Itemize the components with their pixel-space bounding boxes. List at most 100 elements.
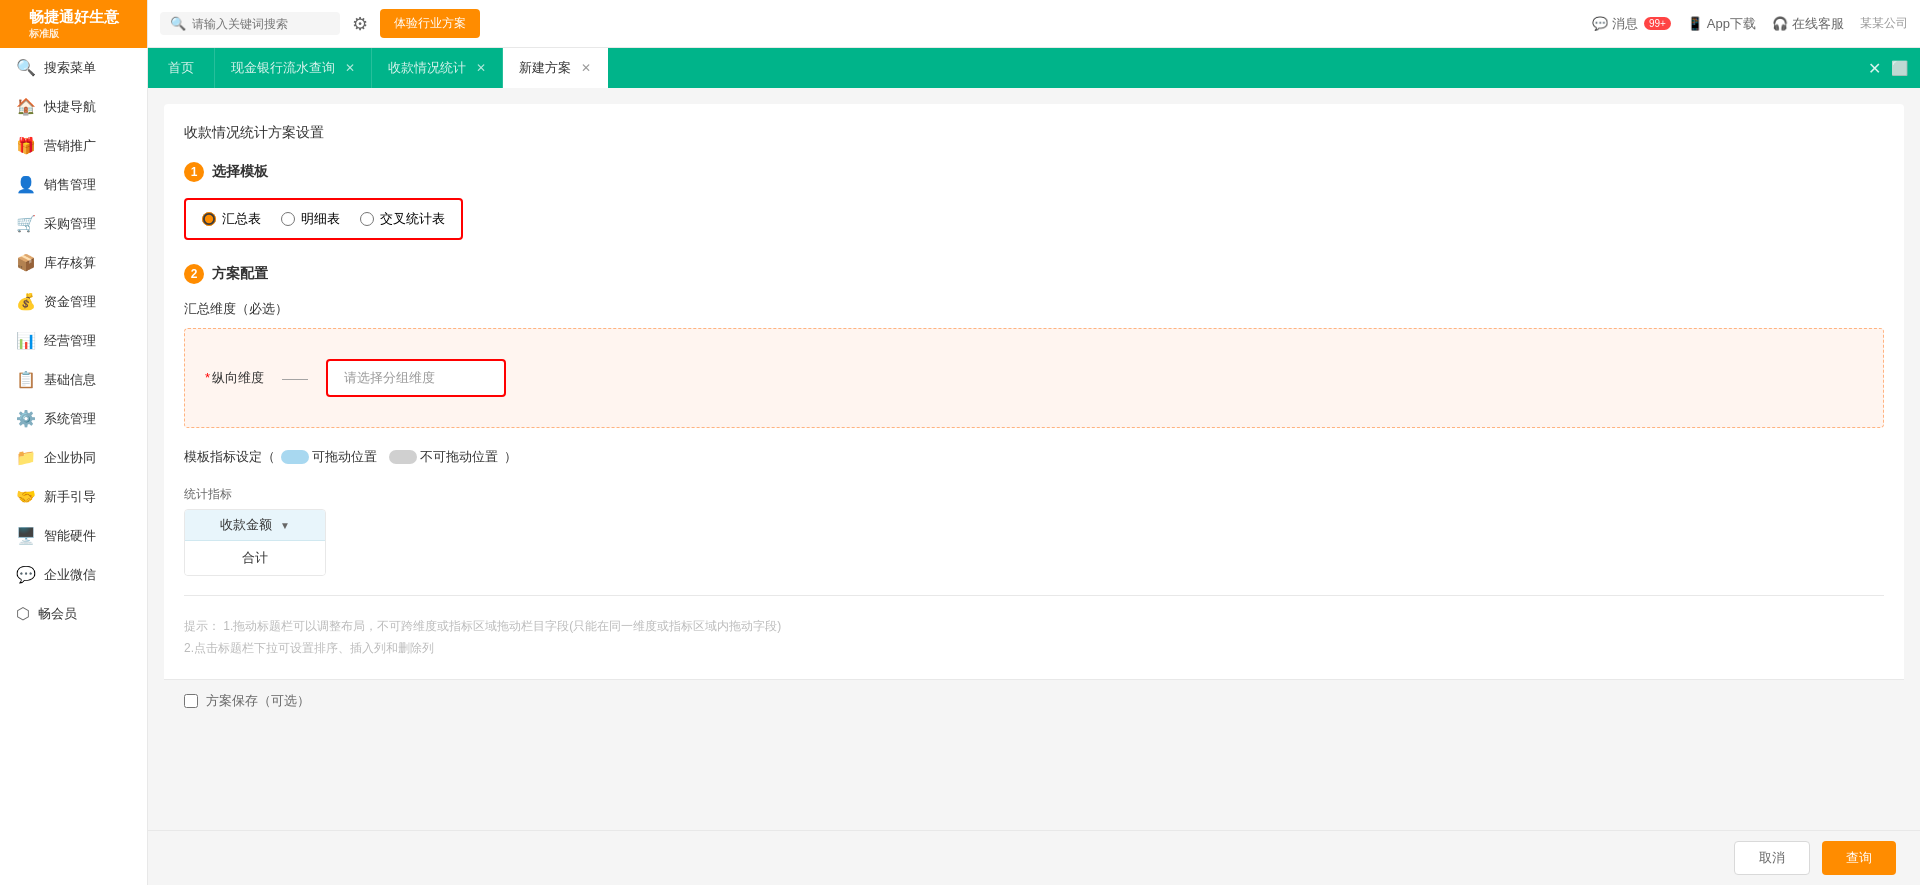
step2-num: 2 [184,264,204,284]
folder-icon: 📁 [16,448,36,467]
tab-bank-label: 现金银行流水查询 [231,59,335,77]
main-content: 收款情况统计方案设置 1 选择模板 汇总表 明细表 交叉统计表 [148,88,1920,885]
support-label: 在线客服 [1792,15,1844,33]
hint-line2: 2.点击标题栏下拉可设置排序、插入列和删除列 [184,638,1884,660]
sidebar-item-operations[interactable]: 📊 经营管理 [0,321,147,360]
save-checkbox[interactable] [184,694,198,708]
sidebar-item-quick-nav[interactable]: 🏠 快捷导航 [0,87,147,126]
dimension-select[interactable]: 请选择分组维度 [326,359,506,397]
tab-bar: 首页 现金银行流水查询 ✕ 收款情况统计 ✕ 新建方案 ✕ ✕ ⬜ [148,48,1920,88]
support-icon: 🎧 [1772,16,1788,31]
sidebar-item-smart-hw[interactable]: 🖥️ 智能硬件 [0,516,147,555]
sidebar-item-enterprise[interactable]: 📁 企业协同 [0,438,147,477]
home-icon: 🏠 [16,97,36,116]
metrics-col-body: 合计 [185,541,325,575]
dimension-row: 纵向维度 —— 请选择分组维度 [205,359,1863,397]
cart-icon: 🛒 [16,214,36,233]
tab-bank-flow[interactable]: 现金银行流水查询 ✕ [215,48,372,88]
tab-collection-label: 收款情况统计 [388,59,466,77]
tab-new-plan-close-icon[interactable]: ✕ [581,61,591,75]
radio-summary[interactable]: 汇总表 [202,210,261,228]
sidebar-label-smart: 智能硬件 [44,527,96,545]
sidebar-item-finance[interactable]: 💰 资金管理 [0,282,147,321]
metrics-col-header[interactable]: 收款金额 ▼ [185,510,325,541]
online-support-btn[interactable]: 🎧 在线客服 [1772,15,1844,33]
header: 🔍 ⚙ 体验行业方案 💬 消息 99+ 📱 App下载 🎧 在线客服 某某公司 [148,0,1920,48]
msg-badge: 99+ [1644,17,1671,30]
sidebar-item-sales[interactable]: 👤 销售管理 [0,165,147,204]
radio-summary-input[interactable] [202,212,216,226]
radio-cross-input[interactable] [360,212,374,226]
radio-summary-label: 汇总表 [222,210,261,228]
radio-cross-label: 交叉统计表 [380,210,445,228]
step1-num: 1 [184,162,204,182]
cancel-button[interactable]: 取消 [1734,841,1810,875]
tab-home[interactable]: 首页 [148,48,215,88]
tab-collection-close-icon[interactable]: ✕ [476,61,486,75]
sidebar-item-marketing[interactable]: 🎁 营销推广 [0,126,147,165]
money-icon: 💰 [16,292,36,311]
maximize-icon[interactable]: ⬜ [1891,60,1908,76]
trial-btn[interactable]: 体验行业方案 [380,9,480,38]
tab-collection-stat[interactable]: 收款情况统计 ✕ [372,48,503,88]
hints-section: 提示： 1.拖动标题栏可以调整布局，不可跨维度或指标区域拖动栏目字段(只能在同一… [184,616,1884,659]
step2-header: 2 方案配置 [184,264,1884,284]
arrow-icon: —— [282,371,308,386]
monitor-icon: 🖥️ [16,526,36,545]
search-bar[interactable]: 🔍 [160,12,340,35]
chat-icon: 💬 [16,565,36,584]
tab-new-plan[interactable]: 新建方案 ✕ [503,48,608,88]
member-icon: ⬡ [16,604,30,623]
tab-home-label: 首页 [168,59,194,77]
app-download-label: App下载 [1707,15,1756,33]
radio-cross[interactable]: 交叉统计表 [360,210,445,228]
metrics-section-label: 统计指标 [184,486,1884,503]
can-drag-label: 可拖动位置 [312,448,377,466]
sidebar-label-member: 畅会员 [38,605,77,623]
footer: 取消 查询 [148,830,1920,885]
message-icon: 💬 [1592,16,1608,31]
sidebar: 畅捷通好生意 标准版 🔍 搜索菜单 🏠 快捷导航 🎁 营销推广 👤 销售管理 🛒… [0,0,148,885]
sidebar-item-system[interactable]: ⚙️ 系统管理 [0,399,147,438]
search-icon-header: 🔍 [170,16,186,31]
query-button[interactable]: 查询 [1822,841,1896,875]
radio-detail-label: 明细表 [301,210,340,228]
user-info: 某某公司 [1860,15,1908,32]
sidebar-label-search: 搜索菜单 [44,59,96,77]
search-input[interactable] [192,17,322,31]
metrics-section: 统计指标 收款金额 ▼ 合计 [184,486,1884,579]
doc-icon: 📋 [16,370,36,389]
metrics-col1-label: 收款金额 [220,516,272,534]
step1-label: 选择模板 [212,163,268,181]
radio-detail-input[interactable] [281,212,295,226]
sidebar-label-inventory: 库存核算 [44,254,96,272]
dimension-area: 纵向维度 —— 请选择分组维度 [184,328,1884,428]
sidebar-item-guide[interactable]: 🤝 新手引导 [0,477,147,516]
sidebar-label-nav: 快捷导航 [44,98,96,116]
settings-icon[interactable]: ⚙ [352,13,368,35]
app-download-btn[interactable]: 📱 App下载 [1687,15,1756,33]
sidebar-item-basic-info[interactable]: 📋 基础信息 [0,360,147,399]
sidebar-item-member[interactable]: ⬡ 畅会员 [0,594,147,633]
sidebar-item-search-menu[interactable]: 🔍 搜索菜单 [0,48,147,87]
sidebar-item-purchase[interactable]: 🛒 采购管理 [0,204,147,243]
close-window-icon[interactable]: ✕ [1868,59,1881,78]
sidebar-label-operations: 经营管理 [44,332,96,350]
sidebar-logo: 畅捷通好生意 标准版 [0,0,147,48]
handshake-icon: 🤝 [16,487,36,506]
save-section: 方案保存（可选） [164,679,1904,722]
vertical-dim-label: 纵向维度 [205,369,264,387]
step1-header: 1 选择模板 [184,162,1884,182]
sidebar-label-wechat: 企业微信 [44,566,96,584]
sidebar-item-inventory[interactable]: 📦 库存核算 [0,243,147,282]
sidebar-label-marketing: 营销推广 [44,137,96,155]
sidebar-label-basic: 基础信息 [44,371,96,389]
tab-bank-close-icon[interactable]: ✕ [345,61,355,75]
msg-label: 消息 [1612,15,1638,33]
metrics-close-paren: ） [504,448,517,466]
dimension-group-label: 汇总维度（必选） [184,300,1884,318]
content-area: 收款情况统计方案设置 1 选择模板 汇总表 明细表 交叉统计表 [164,104,1904,722]
radio-detail[interactable]: 明细表 [281,210,340,228]
messages-btn[interactable]: 💬 消息 99+ [1592,15,1671,33]
sidebar-item-wechat[interactable]: 💬 企业微信 [0,555,147,594]
